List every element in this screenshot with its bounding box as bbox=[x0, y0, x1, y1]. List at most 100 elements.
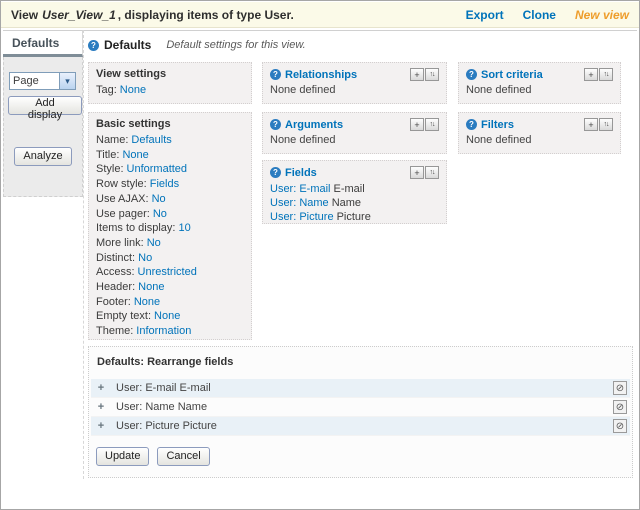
clone-link[interactable]: Clone bbox=[523, 8, 556, 22]
style-value-link[interactable]: Unformatted bbox=[127, 163, 188, 175]
setting-label: Style: bbox=[96, 163, 124, 176]
container-top-border bbox=[3, 30, 637, 31]
setting-row: Use pager: No bbox=[96, 207, 244, 222]
fields-actions: + ↑↓ bbox=[410, 166, 439, 179]
distinct-value-link[interactable]: No bbox=[138, 252, 152, 264]
name-value-link[interactable]: Defaults bbox=[131, 134, 171, 146]
rearrange-fields-section: Defaults: Rearrange fields + User: E-mai… bbox=[88, 346, 633, 478]
setting-row: Title: None bbox=[96, 148, 244, 163]
tab-defaults[interactable]: Defaults bbox=[3, 30, 83, 57]
rearrange-icon[interactable]: ↑↓ bbox=[599, 118, 613, 131]
cancel-button[interactable]: Cancel bbox=[157, 447, 210, 466]
field-item: User: Name Name bbox=[270, 196, 439, 210]
setting-row: Use AJAX: No bbox=[96, 192, 244, 207]
view-action-links: Export Clone New view bbox=[466, 8, 629, 22]
basic-settings-box: Basic settings Name: Defaults Title: None … bbox=[88, 112, 252, 340]
rearrange-row: + User: Picture Picture ⊘ bbox=[91, 417, 630, 436]
rearrange-icon[interactable]: ↑↓ bbox=[425, 118, 439, 131]
setting-label: Use pager: bbox=[96, 207, 150, 220]
fields-title-link[interactable]: Fields bbox=[285, 167, 410, 179]
sort-criteria-empty-text: None defined bbox=[466, 84, 532, 96]
setting-row: Style: Unformatted bbox=[96, 162, 244, 177]
setting-row: Theme: Information bbox=[96, 324, 244, 339]
help-icon[interactable]: ? bbox=[270, 69, 281, 80]
filters-title-link[interactable]: Filters bbox=[481, 119, 584, 131]
footer-value-link[interactable]: None bbox=[134, 296, 160, 308]
form-actions: Update Cancel bbox=[96, 447, 630, 466]
setting-row: Access: Unrestricted bbox=[96, 265, 244, 280]
field-email-link[interactable]: User: E-mail bbox=[270, 183, 331, 195]
field-picture-link[interactable]: User: Picture bbox=[270, 211, 334, 223]
rearrange-icon[interactable]: ↑↓ bbox=[425, 68, 439, 81]
relationships-box: ? Relationships + ↑↓ None defined bbox=[262, 62, 447, 104]
remove-icon[interactable]: ⊘ bbox=[613, 381, 627, 395]
rearrange-icon[interactable]: ↑↓ bbox=[599, 68, 613, 81]
add-display-button[interactable]: Add display bbox=[8, 96, 82, 121]
use-pager-value-link[interactable]: No bbox=[153, 208, 167, 220]
setting-label: Name: bbox=[96, 134, 129, 146]
relationships-actions: + ↑↓ bbox=[410, 68, 439, 81]
setting-row: Items to display: 10 bbox=[96, 221, 244, 236]
setting-row: Name: Defaults bbox=[96, 133, 244, 148]
help-icon[interactable]: ? bbox=[270, 167, 281, 178]
add-icon[interactable]: + bbox=[410, 118, 424, 131]
remove-icon[interactable]: ⊘ bbox=[613, 400, 627, 414]
setting-row: More link: No bbox=[96, 236, 244, 251]
theme-value-link[interactable]: Information bbox=[136, 325, 191, 337]
access-value-link[interactable]: Unrestricted bbox=[138, 266, 197, 278]
drag-handle-icon[interactable]: + bbox=[91, 420, 111, 432]
tag-value-link[interactable]: None bbox=[120, 84, 146, 96]
add-icon[interactable]: + bbox=[584, 68, 598, 81]
relationships-title-link[interactable]: Relationships bbox=[285, 69, 410, 81]
filters-box: ? Filters + ↑↓ None defined bbox=[458, 112, 621, 154]
setting-label: Row style: bbox=[96, 178, 147, 191]
add-icon[interactable]: + bbox=[410, 166, 424, 179]
rearrange-row-label: User: Picture Picture bbox=[116, 420, 217, 432]
add-icon[interactable]: + bbox=[410, 68, 424, 81]
display-sidebar: Page ▾ Add display Analyze bbox=[3, 57, 83, 197]
items-to-display-value-link[interactable]: 10 bbox=[178, 222, 190, 234]
help-icon[interactable]: ? bbox=[88, 39, 99, 51]
help-icon[interactable]: ? bbox=[466, 119, 477, 130]
rearrange-row: + User: Name Name ⊘ bbox=[91, 398, 630, 417]
setting-label: Theme: bbox=[96, 325, 134, 338]
add-icon[interactable]: + bbox=[584, 118, 598, 131]
field-email-label: E-mail bbox=[333, 183, 365, 195]
use-ajax-value-link[interactable]: No bbox=[152, 193, 166, 205]
arguments-box: ? Arguments + ↑↓ None defined bbox=[262, 112, 447, 154]
sort-criteria-title-link[interactable]: Sort criteria bbox=[481, 69, 584, 81]
view-settings-title: View settings bbox=[96, 68, 167, 80]
row-style-value-link[interactable]: Fields bbox=[150, 178, 179, 190]
rearrange-icon[interactable]: ↑↓ bbox=[425, 166, 439, 179]
arguments-title-link[interactable]: Arguments bbox=[285, 119, 410, 131]
setting-row: Tag: None bbox=[96, 83, 244, 98]
setting-label: Use AJAX: bbox=[96, 192, 149, 205]
field-name-label: Name bbox=[331, 197, 362, 209]
setting-label: Empty text: bbox=[96, 310, 152, 323]
rearrange-row: + User: E-mail E-mail ⊘ bbox=[91, 379, 630, 398]
new-view-link[interactable]: New view bbox=[575, 8, 629, 22]
field-name-link[interactable]: User: Name bbox=[270, 197, 329, 209]
field-picture-label: Picture bbox=[336, 211, 371, 223]
drag-handle-icon[interactable]: + bbox=[91, 382, 111, 394]
remove-icon[interactable]: ⊘ bbox=[613, 419, 627, 433]
sidebar-divider bbox=[83, 30, 84, 479]
drag-handle-icon[interactable]: + bbox=[91, 401, 111, 413]
help-icon[interactable]: ? bbox=[270, 119, 281, 130]
help-icon[interactable]: ? bbox=[466, 69, 477, 80]
rearrange-row-label: User: Name Name bbox=[116, 401, 208, 413]
export-link[interactable]: Export bbox=[466, 8, 504, 22]
filters-actions: + ↑↓ bbox=[584, 118, 613, 131]
update-button[interactable]: Update bbox=[96, 447, 150, 466]
analyze-button[interactable]: Analyze bbox=[14, 147, 72, 166]
display-title: Defaults bbox=[104, 38, 152, 52]
header-value-link[interactable]: None bbox=[138, 281, 164, 293]
sort-criteria-actions: + ↑↓ bbox=[584, 68, 613, 81]
empty-text-value-link[interactable]: None bbox=[154, 310, 180, 322]
relationships-header: ? Relationships + ↑↓ bbox=[270, 68, 439, 81]
fields-box: ? Fields + ↑↓ User: E-mail E-mail User: N… bbox=[262, 160, 447, 224]
display-type-select[interactable]: Page ▾ bbox=[9, 72, 76, 90]
more-link-value-link[interactable]: No bbox=[147, 237, 161, 249]
relationships-empty-text: None defined bbox=[270, 84, 336, 96]
title-value-link[interactable]: None bbox=[122, 149, 148, 161]
